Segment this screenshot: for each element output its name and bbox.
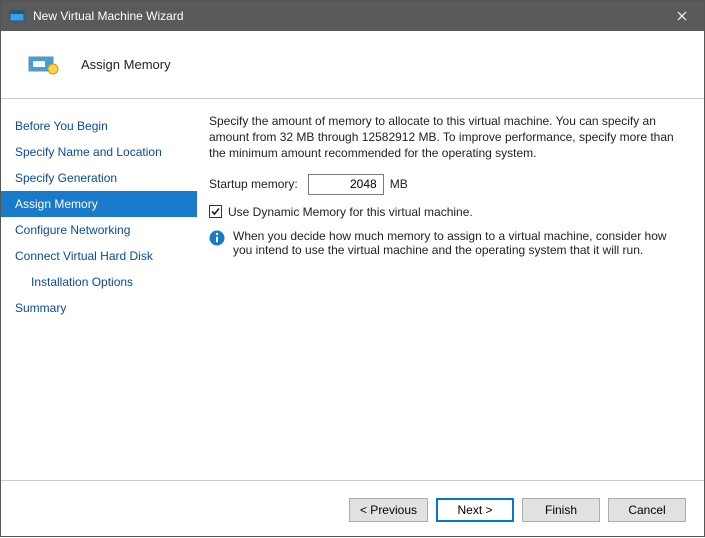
- step-before-you-begin[interactable]: Before You Begin: [1, 113, 197, 139]
- step-summary[interactable]: Summary: [1, 295, 197, 321]
- step-specify-name-location[interactable]: Specify Name and Location: [1, 139, 197, 165]
- substep-installation-options[interactable]: Installation Options: [1, 269, 197, 295]
- info-icon: [209, 230, 225, 246]
- wizard-footer: < Previous Next > Finish Cancel: [1, 480, 704, 538]
- wizard-sidebar: Before You Begin Specify Name and Locati…: [1, 99, 197, 480]
- window-title: New Virtual Machine Wizard: [33, 9, 660, 23]
- step-assign-memory[interactable]: Assign Memory: [1, 191, 197, 217]
- dynamic-memory-checkbox[interactable]: [209, 205, 222, 218]
- startup-memory-label: Startup memory:: [209, 177, 298, 191]
- description-text: Specify the amount of memory to allocate…: [209, 113, 684, 162]
- step-specify-generation[interactable]: Specify Generation: [1, 165, 197, 191]
- dynamic-memory-row: Use Dynamic Memory for this virtual mach…: [209, 205, 684, 219]
- wizard-header: Assign Memory: [1, 31, 704, 99]
- step-connect-virtual-hard-disk[interactable]: Connect Virtual Hard Disk: [1, 243, 197, 269]
- info-row: When you decide how much memory to assig…: [209, 229, 684, 257]
- wizard-content: Specify the amount of memory to allocate…: [197, 99, 704, 480]
- page-title: Assign Memory: [81, 57, 171, 72]
- info-text: When you decide how much memory to assig…: [233, 229, 684, 257]
- dynamic-memory-label: Use Dynamic Memory for this virtual mach…: [228, 205, 473, 219]
- previous-button[interactable]: < Previous: [349, 498, 428, 522]
- startup-memory-input[interactable]: [308, 174, 384, 195]
- titlebar: New Virtual Machine Wizard: [1, 1, 704, 31]
- next-button[interactable]: Next >: [436, 498, 514, 522]
- close-button[interactable]: [660, 1, 704, 31]
- vm-wizard-icon: [27, 55, 59, 75]
- startup-memory-row: Startup memory: MB: [209, 174, 684, 195]
- startup-memory-unit: MB: [390, 177, 408, 191]
- wizard-title-icon: [9, 8, 25, 24]
- finish-button[interactable]: Finish: [522, 498, 600, 522]
- step-configure-networking[interactable]: Configure Networking: [1, 217, 197, 243]
- cancel-button[interactable]: Cancel: [608, 498, 686, 522]
